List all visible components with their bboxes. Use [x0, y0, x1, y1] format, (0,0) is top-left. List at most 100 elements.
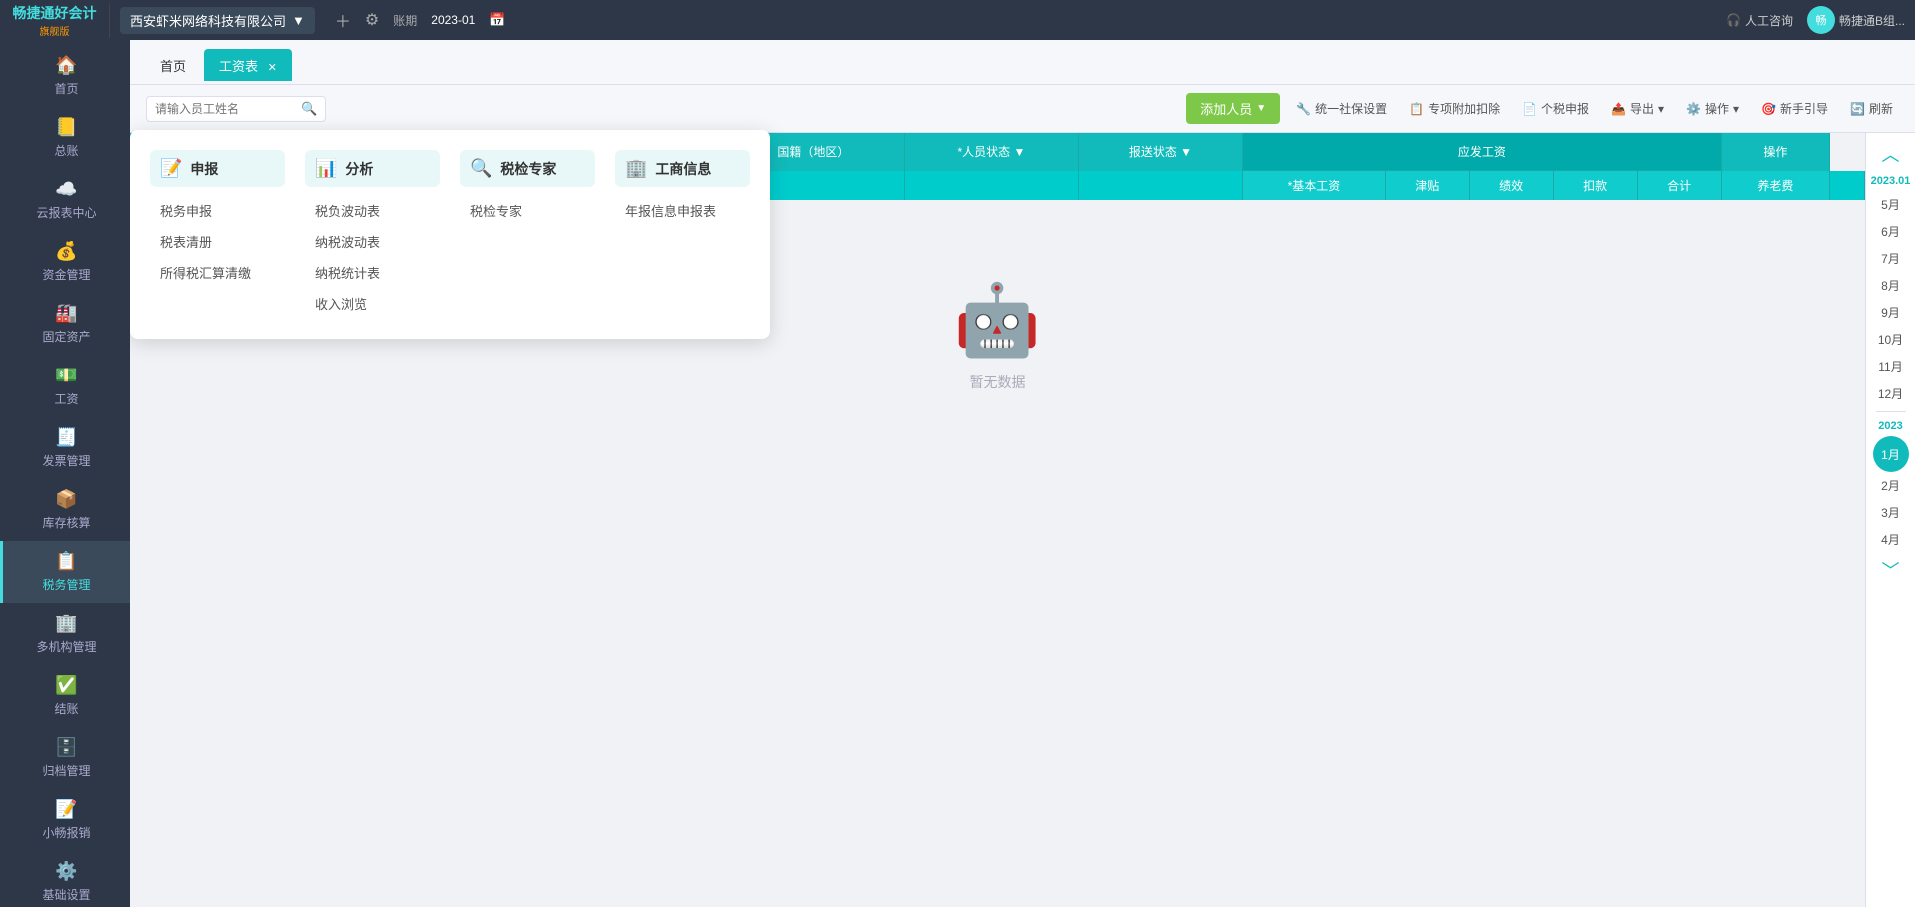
menu-section-business-header: 🏢 工商信息	[615, 150, 750, 187]
sidebar-label-settlement: 结账	[54, 700, 78, 717]
business-icon: 🏢	[625, 158, 647, 179]
cal-month-9[interactable]: 9月	[1871, 299, 1911, 326]
cal-month-7[interactable]: 7月	[1871, 245, 1911, 272]
settings-icon[interactable]: ⚙	[365, 10, 379, 30]
menu-section-business-info: 🏢 工商信息 年报信息申报表	[615, 150, 750, 319]
sidebar-item-inventory[interactable]: 📦 库存核算	[0, 479, 130, 541]
tax-expert-title: 税检专家	[500, 159, 556, 179]
special-deduction-button[interactable]: 📋 专项附加扣除	[1403, 96, 1506, 121]
th-report-status: 报送状态 ▼	[1078, 133, 1242, 171]
refresh-button[interactable]: 🔄 刷新	[1844, 96, 1899, 121]
sidebar-label-salary: 工资	[54, 390, 78, 407]
tax-return-button[interactable]: 📄 个税申报	[1516, 96, 1595, 121]
menu-item-tax-payment[interactable]: 纳税波动表	[305, 226, 440, 257]
export-button[interactable]: 📤 导出 ▾	[1605, 96, 1670, 121]
add-person-button[interactable]: 添加人员 ▼	[1186, 93, 1280, 124]
th-status: *人员状态 ▼	[904, 133, 1078, 171]
sidebar-item-home[interactable]: 🏠 首页	[0, 45, 130, 107]
operations-chevron-icon: ▾	[1733, 102, 1739, 116]
new-guide-icon: 🎯	[1761, 102, 1776, 116]
no-data-illustration: 🤖	[954, 280, 1041, 362]
operations-button[interactable]: ⚙️ 操作 ▾	[1680, 96, 1745, 121]
cal-month-3[interactable]: 3月	[1871, 499, 1911, 526]
export-icon: 📤	[1611, 102, 1626, 116]
th-salary-group: 应发工资	[1243, 133, 1722, 171]
period-label: 账期	[393, 12, 417, 29]
tax-return-label: 个税申报	[1541, 100, 1589, 117]
inventory-icon: 📦	[55, 489, 77, 510]
refresh-icon: 🔄	[1850, 102, 1865, 116]
sidebar-label-invoice: 发票管理	[42, 452, 90, 469]
report-filter-icon[interactable]: ▼	[1180, 145, 1192, 159]
invoice-icon: 🧾	[55, 427, 77, 448]
top-header: 畅捷通好会计 旗舰版 西安虾米网络科技有限公司 ▼ ＋ ⚙ 账期 2023-01…	[0, 0, 1915, 40]
status-filter-icon[interactable]: ▼	[1013, 145, 1025, 159]
tax-expert-icon: 🔍	[470, 158, 492, 179]
cal-next-button[interactable]: ﹀	[1878, 553, 1904, 587]
tax-icon: 📋	[55, 551, 77, 572]
search-input[interactable]	[155, 102, 295, 116]
cal-month-12[interactable]: 12月	[1871, 380, 1911, 407]
customer-service-button[interactable]: 🎧 人工咨询	[1726, 12, 1793, 29]
sidebar-label-small-report: 小畅报销	[42, 824, 90, 841]
sidebar-item-cloud-report[interactable]: ☁️ 云报表中心	[0, 169, 130, 231]
sidebar: 🏠 首页 📒 总账 ☁️ 云报表中心 💰 资金管理 🏭 固定资产 💵 工资 🧾 …	[0, 40, 130, 907]
cal-month-6[interactable]: 6月	[1871, 218, 1911, 245]
cal-month-5[interactable]: 5月	[1871, 191, 1911, 218]
cal-month-10[interactable]: 10月	[1871, 326, 1911, 353]
menu-item-tax-list[interactable]: 税表清册	[150, 226, 285, 257]
cal-month-2[interactable]: 2月	[1871, 472, 1911, 499]
th-empty9	[1078, 171, 1242, 201]
cal-month-11[interactable]: 11月	[1871, 353, 1911, 380]
analysis-title: 分析	[345, 159, 373, 179]
sidebar-item-salary[interactable]: 💵 工资	[0, 355, 130, 417]
cal-month-8[interactable]: 8月	[1871, 272, 1911, 299]
sidebar-item-basic-settings[interactable]: ⚙️ 基础设置	[0, 851, 130, 907]
refresh-label: 刷新	[1869, 100, 1893, 117]
sidebar-item-settlement[interactable]: ✅ 结账	[0, 665, 130, 727]
sidebar-label-fund: 资金管理	[42, 266, 90, 283]
sidebar-label-home: 首页	[54, 80, 78, 97]
sidebar-item-small-report[interactable]: 📝 小畅报销	[0, 789, 130, 851]
tab-close-icon[interactable]: ✕	[268, 62, 277, 74]
cal-month-4[interactable]: 4月	[1871, 526, 1911, 553]
gear-icon: ⚙️	[55, 861, 77, 882]
sidebar-item-archive[interactable]: 🗄️ 归档管理	[0, 727, 130, 789]
tab-salary-table[interactable]: 工资表 ✕	[204, 49, 292, 81]
menu-item-tax-declaration[interactable]: 税务申报	[150, 195, 285, 226]
sidebar-item-multi-org[interactable]: 🏢 多机构管理	[0, 603, 130, 665]
social-insurance-button[interactable]: 🔧 统一社保设置	[1290, 96, 1393, 121]
export-chevron-icon: ▾	[1658, 102, 1664, 116]
cal-month-1[interactable]: 1月	[1873, 436, 1909, 472]
operations-icon: ⚙️	[1686, 102, 1701, 116]
fund-icon: 💰	[55, 241, 77, 262]
sidebar-item-invoice[interactable]: 🧾 发票管理	[0, 417, 130, 479]
menu-item-income-tax[interactable]: 所得税汇算清缴	[150, 257, 285, 288]
th-basic-salary: *基本工资	[1243, 171, 1386, 201]
menu-item-tax-stats[interactable]: 纳税统计表	[305, 257, 440, 288]
sidebar-item-ledger[interactable]: 📒 总账	[0, 107, 130, 169]
analysis-icon: 📊	[315, 158, 337, 179]
cal-prev-button[interactable]: ︿	[1878, 137, 1904, 171]
th-empty8	[904, 171, 1078, 201]
menu-section-declaration-header: 📝 申报	[150, 150, 285, 187]
sidebar-label-fixed-asset: 固定资产	[42, 328, 90, 345]
menu-item-income-browse[interactable]: 收入浏览	[305, 288, 440, 319]
sidebar-label-basic-settings: 基础设置	[42, 886, 90, 903]
sidebar-item-tax[interactable]: 📋 税务管理	[0, 541, 130, 603]
calendar-icon[interactable]: 📅	[489, 12, 505, 28]
sidebar-item-fund[interactable]: 💰 资金管理	[0, 231, 130, 293]
company-selector[interactable]: 西安虾米网络科技有限公司 ▼	[120, 7, 315, 34]
menu-section-analysis: 📊 分析 税负波动表 纳税波动表 纳税统计表 收入浏览	[305, 150, 440, 319]
add-icon[interactable]: ＋	[335, 8, 351, 32]
settlement-icon: ✅	[55, 675, 77, 696]
tab-home[interactable]: 首页	[146, 50, 200, 81]
sidebar-item-fixed-asset[interactable]: 🏭 固定资产	[0, 293, 130, 355]
new-guide-button[interactable]: 🎯 新手引导	[1755, 96, 1834, 121]
menu-item-tax-expert[interactable]: 税检专家	[460, 195, 595, 226]
avatar: 畅	[1807, 6, 1835, 34]
menu-item-tax-burden[interactable]: 税负波动表	[305, 195, 440, 226]
user-profile[interactable]: 畅 畅捷通B组...	[1807, 6, 1905, 34]
app-logo: 畅捷通好会计 旗舰版	[10, 3, 110, 38]
menu-item-annual-report[interactable]: 年报信息申报表	[615, 195, 750, 226]
